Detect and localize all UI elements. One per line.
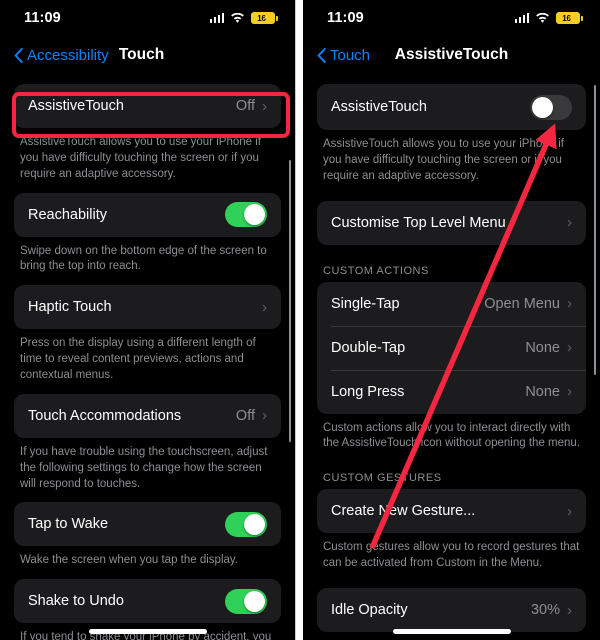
footnote-custom-actions: Custom actions allow you to interact dir…: [323, 421, 580, 450]
wifi-icon: [231, 12, 244, 23]
tap-to-wake-group: Tap to Wake: [14, 502, 281, 547]
row-touch-accommodations[interactable]: Touch Accommodations Off ›: [14, 394, 281, 438]
back-button-label: Accessibility: [27, 46, 109, 64]
assistivetouch-group: AssistiveTouch Off ›: [14, 84, 281, 128]
charging-bolt-icon: ⚡: [261, 13, 273, 23]
row-value: None: [525, 339, 560, 356]
footnote-custom-gestures: Custom gestures allow you to record gest…: [323, 541, 580, 570]
chevron-right-icon: ›: [567, 339, 572, 357]
cellular-signal-icon: [514, 13, 529, 23]
row-single-tap[interactable]: Single-Tap Open Menu ›: [317, 282, 586, 326]
scrollbar-left[interactable]: [288, 160, 291, 442]
row-label: Haptic Touch: [28, 299, 112, 316]
row-label: Shake to Undo: [28, 593, 124, 610]
assistivetouch-toggle-group: AssistiveTouch: [317, 84, 586, 130]
status-bar-right: 11:09 16 ⚡: [303, 0, 600, 36]
settings-list-right[interactable]: AssistiveTouch AssistiveTouch allows you…: [303, 84, 600, 640]
row-label: AssistiveTouch: [331, 99, 427, 115]
chevron-right-icon: ›: [567, 295, 572, 313]
custom-actions-group: Single-Tap Open Menu › Double-Tap None ›…: [317, 281, 586, 414]
row-double-tap[interactable]: Double-Tap None ›: [317, 325, 586, 370]
chevron-right-icon: ›: [567, 214, 572, 232]
row-label: AssistiveTouch: [28, 98, 124, 114]
status-bar-left: 11:09 16 ⚡: [0, 0, 295, 36]
chevron-right-icon: ›: [567, 383, 572, 401]
row-reachability[interactable]: Reachability: [14, 193, 281, 237]
back-button-label: Touch: [330, 46, 371, 64]
row-assistivetouch-toggle[interactable]: AssistiveTouch: [317, 84, 586, 130]
row-label: Reachability: [28, 206, 107, 223]
settings-list-left[interactable]: AssistiveTouch Off › AssistiveTouch allo…: [0, 84, 295, 640]
left-phone-screenshot: 11:09 16 ⚡ Accessibility Touch Assistive…: [0, 0, 296, 640]
footnote-assistivetouch: AssistiveTouch allows you to use your iP…: [20, 136, 261, 180]
row-label: Tap to Wake: [28, 516, 109, 533]
scrollbar-right[interactable]: [593, 85, 596, 375]
touch-accommodations-group: Touch Accommodations Off ›: [14, 393, 281, 438]
chevron-right-icon: ›: [567, 502, 572, 520]
screenshot-canvas: 11:09 16 ⚡ Accessibility Touch Assistive…: [0, 0, 600, 640]
battery-icon: 16 ⚡: [556, 12, 583, 24]
row-value: 30%: [530, 602, 560, 619]
chevron-left-icon: [14, 47, 23, 63]
footnote-reachability: Swipe down on the bottom edge of the scr…: [20, 244, 267, 273]
toggle-reachability[interactable]: [225, 202, 267, 228]
row-tap-to-wake[interactable]: Tap to Wake: [14, 502, 281, 546]
toggle-tap-to-wake[interactable]: [225, 511, 267, 537]
battery-icon: 16 ⚡: [251, 12, 278, 24]
nav-bar-right: Touch AssistiveTouch: [303, 36, 600, 74]
home-indicator-right: [392, 629, 511, 634]
row-shake-to-undo[interactable]: Shake to Undo: [14, 579, 281, 623]
chevron-right-icon: ›: [262, 97, 267, 115]
row-label: Double-Tap: [331, 339, 406, 356]
shake-to-undo-group: Shake to Undo: [14, 579, 281, 624]
footnote-haptic-touch: Press on the display using a different l…: [20, 337, 256, 382]
section-header-custom-actions: CUSTOM ACTIONS: [323, 264, 429, 277]
toggle-knob: [244, 513, 265, 535]
toggle-knob: [532, 96, 553, 118]
toggle-knob: [244, 590, 265, 612]
row-idle-opacity[interactable]: Idle Opacity 30% ›: [317, 588, 586, 632]
status-bar-time: 11:09: [24, 10, 61, 26]
row-haptic-touch[interactable]: Haptic Touch ›: [14, 285, 281, 329]
footnote-touch-accommodations: If you have trouble using the touchscree…: [20, 445, 268, 490]
toggle-assistivetouch[interactable]: [530, 94, 572, 120]
row-long-press[interactable]: Long Press None ›: [317, 369, 586, 414]
back-button-touch[interactable]: Touch: [317, 47, 370, 64]
toggle-shake-to-undo[interactable]: [225, 588, 267, 614]
chevron-right-icon: ›: [262, 298, 267, 316]
back-button-accessibility[interactable]: Accessibility: [14, 47, 109, 64]
toggle-knob: [244, 204, 265, 226]
footnote-tap-to-wake: Wake the screen when you tap the display…: [20, 554, 238, 567]
customise-menu-group: Customise Top Level Menu ›: [317, 200, 586, 245]
row-create-new-gesture[interactable]: Create New Gesture... ›: [317, 489, 586, 533]
wifi-icon: [536, 12, 549, 23]
row-label: Single-Tap: [331, 295, 400, 312]
row-assistivetouch[interactable]: AssistiveTouch Off ›: [14, 84, 281, 128]
status-bar-time: 11:09: [327, 10, 364, 26]
home-indicator-left: [88, 629, 207, 634]
reachability-group: Reachability: [14, 192, 281, 237]
row-value: Off: [235, 407, 255, 424]
haptic-touch-group: Haptic Touch ›: [14, 285, 281, 330]
row-customise-top-level-menu[interactable]: Customise Top Level Menu ›: [317, 201, 586, 245]
row-label: Touch Accommodations: [28, 407, 182, 424]
chevron-right-icon: ›: [567, 601, 572, 619]
row-value: Open Menu: [484, 295, 560, 312]
nav-bar-left: Accessibility Touch: [0, 36, 295, 74]
row-value: None: [525, 383, 560, 400]
idle-opacity-group: Idle Opacity 30% ›: [317, 588, 586, 633]
charging-bolt-icon: ⚡: [566, 13, 578, 23]
cellular-signal-icon: [209, 13, 224, 23]
row-label: Idle Opacity: [331, 602, 408, 619]
section-header-custom-gestures: CUSTOM GESTURES: [323, 472, 442, 485]
right-phone-screenshot: 11:09 16 ⚡ Touch AssistiveTouch Assistiv…: [303, 0, 600, 640]
chevron-left-icon: [317, 47, 326, 63]
row-label: Customise Top Level Menu: [331, 214, 506, 231]
chevron-right-icon: ›: [262, 407, 267, 425]
row-label: Long Press: [331, 383, 405, 400]
row-value: Off: [235, 98, 255, 114]
custom-gestures-group: Create New Gesture... ›: [317, 489, 586, 534]
footnote-assistivetouch: AssistiveTouch allows you to use your iP…: [323, 138, 564, 182]
row-label: Create New Gesture...: [331, 503, 476, 520]
